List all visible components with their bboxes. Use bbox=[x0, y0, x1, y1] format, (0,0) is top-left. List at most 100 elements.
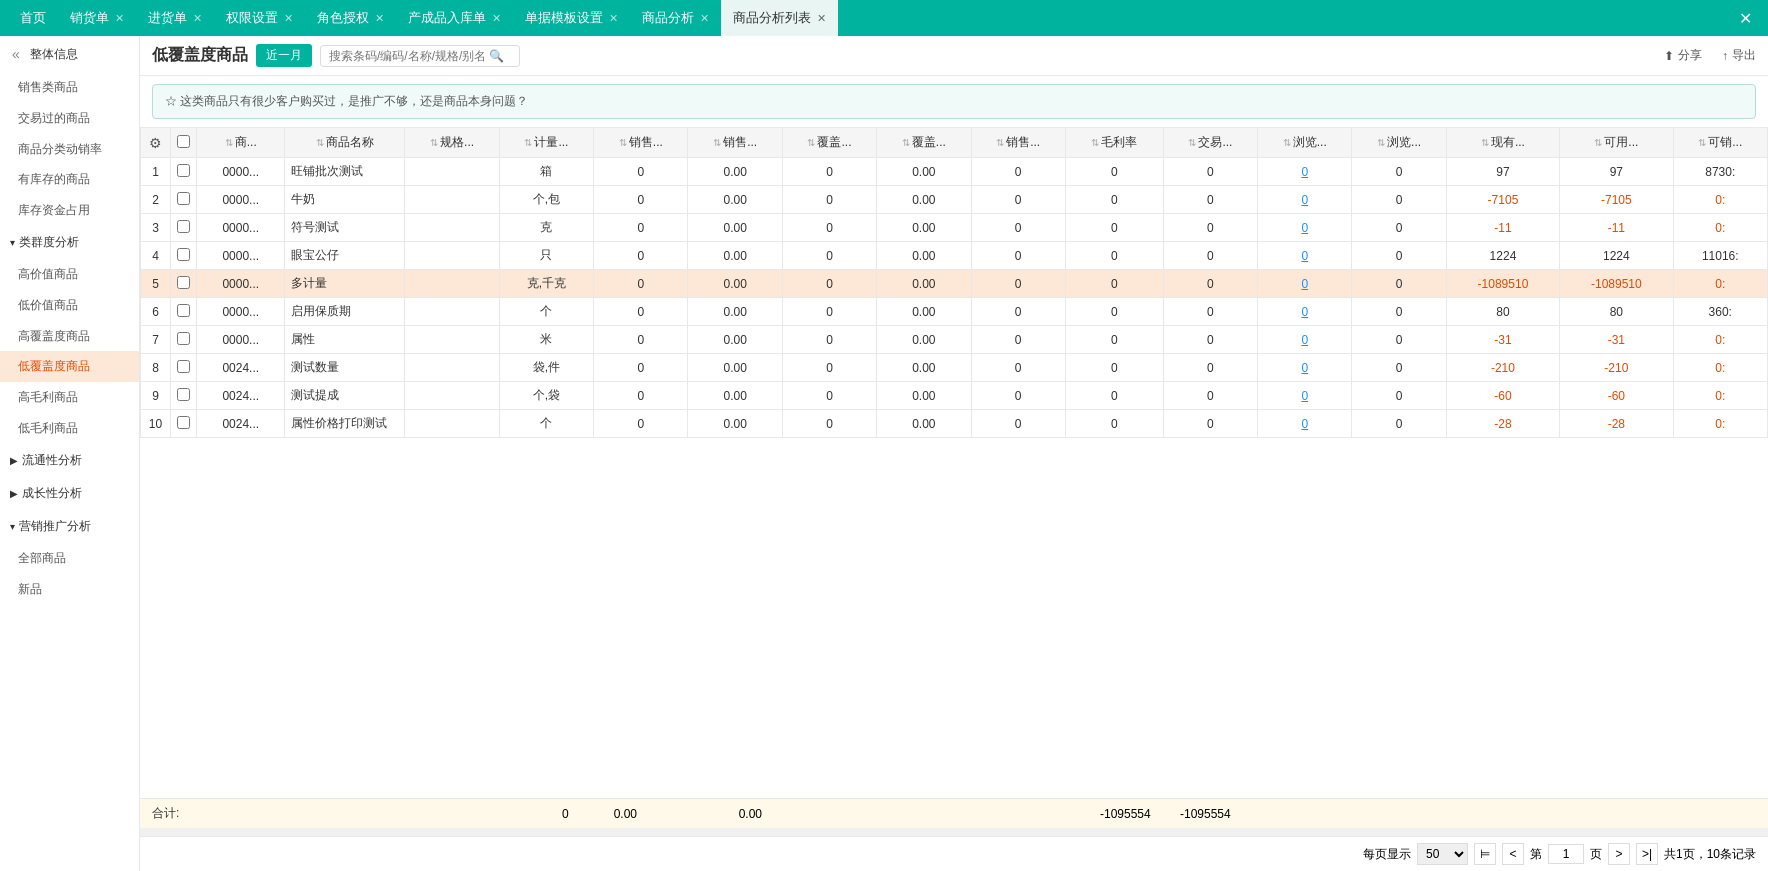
sidebar-collapse-button[interactable]: « bbox=[6, 44, 26, 64]
cell-checkbox bbox=[171, 158, 197, 186]
th-stock3[interactable]: ⇅可销... bbox=[1673, 128, 1767, 158]
cell-browse2: 0 bbox=[1352, 270, 1446, 298]
settings-icon[interactable]: ⚙ bbox=[149, 135, 162, 151]
sidebar-section-marketing-analysis[interactable]: ▾ 营销推广分析 bbox=[0, 510, 139, 543]
th-gross[interactable]: ⇅毛利率 bbox=[1065, 128, 1163, 158]
select-all-checkbox[interactable] bbox=[177, 135, 190, 148]
nav-sales-order[interactable]: 销货单 ✕ bbox=[58, 0, 136, 36]
cell-sales1: 0 bbox=[594, 186, 688, 214]
nav-home[interactable]: 首页 bbox=[8, 0, 58, 36]
nav-product-entry-close[interactable]: ✕ bbox=[492, 12, 501, 25]
th-sales2[interactable]: ⇅销售... bbox=[688, 128, 782, 158]
window-close-button[interactable]: ✕ bbox=[1730, 3, 1760, 33]
cell-cover2: 0.00 bbox=[877, 270, 971, 298]
nav-purchase-order[interactable]: 进货单 ✕ bbox=[136, 0, 214, 36]
sidebar-item-high-coverage[interactable]: 高覆盖度商品 bbox=[0, 321, 139, 352]
cell-sales2: 0.00 bbox=[688, 158, 782, 186]
cell-sales3: 0 bbox=[971, 354, 1065, 382]
cell-num: 7 bbox=[141, 326, 171, 354]
cell-name: 多计量 bbox=[285, 270, 405, 298]
sidebar-item-low-coverage[interactable]: 低覆盖度商品 bbox=[0, 351, 139, 382]
share-button[interactable]: ⬆ 分享 bbox=[1664, 47, 1702, 64]
th-cover1[interactable]: ⇅覆盖... bbox=[782, 128, 876, 158]
export-label: 导出 bbox=[1732, 47, 1756, 64]
th-spec[interactable]: ⇅规格... bbox=[405, 128, 499, 158]
nav-product-entry[interactable]: 产成品入库单 ✕ bbox=[396, 0, 513, 36]
sidebar-section-flow-analysis[interactable]: ▶ 流通性分析 bbox=[0, 444, 139, 477]
sidebar-item-low-gross[interactable]: 低毛利商品 bbox=[0, 413, 139, 444]
nav-product-analysis-list[interactable]: 商品分析列表 ✕ bbox=[721, 0, 838, 36]
nav-template-settings-close[interactable]: ✕ bbox=[609, 12, 618, 25]
cell-checkbox bbox=[171, 270, 197, 298]
search-icon[interactable]: 🔍 bbox=[489, 49, 504, 63]
search-box: 🔍 bbox=[320, 45, 520, 67]
sidebar-item-all-products[interactable]: 全部商品 bbox=[0, 543, 139, 574]
info-banner: ☆ 这类商品只有很少客户购买过，是推广不够，还是商品本身问题？ bbox=[152, 84, 1756, 119]
first-page-button[interactable]: ⊨ bbox=[1474, 843, 1496, 865]
period-button[interactable]: 近一月 bbox=[256, 44, 312, 67]
cell-code: 0000... bbox=[197, 298, 285, 326]
per-page-select[interactable]: 50 10 20 100 bbox=[1417, 843, 1468, 865]
cell-name: 属性 bbox=[285, 326, 405, 354]
nav-template-settings[interactable]: 单据模板设置 ✕ bbox=[513, 0, 630, 36]
th-stock1[interactable]: ⇅现有... bbox=[1446, 128, 1559, 158]
th-checkbox[interactable] bbox=[171, 128, 197, 158]
nav-role-auth[interactable]: 角色授权 ✕ bbox=[305, 0, 396, 36]
cell-sales3: 0 bbox=[971, 158, 1065, 186]
next-page-button[interactable]: > bbox=[1608, 843, 1630, 865]
nav-product-analysis-close[interactable]: ✕ bbox=[700, 12, 709, 25]
nav-product-analysis[interactable]: 商品分析 ✕ bbox=[630, 0, 721, 36]
nav-role-auth-close[interactable]: ✕ bbox=[375, 12, 384, 25]
nav-permissions-close[interactable]: ✕ bbox=[284, 12, 293, 25]
nav-purchase-order-close[interactable]: ✕ bbox=[193, 12, 202, 25]
sidebar-item-traded-products[interactable]: 交易过的商品 bbox=[0, 103, 139, 134]
sidebar-item-low-value[interactable]: 低价值商品 bbox=[0, 290, 139, 321]
sidebar-item-category-rate[interactable]: 商品分类动销率 bbox=[0, 134, 139, 165]
th-settings[interactable]: ⚙ bbox=[141, 128, 171, 158]
cell-gross: 0 bbox=[1065, 186, 1163, 214]
last-page-button[interactable]: >| bbox=[1636, 843, 1658, 865]
cell-browse1: 0 bbox=[1258, 186, 1352, 214]
cell-browse1: 0 bbox=[1258, 270, 1352, 298]
cell-unit: 个 bbox=[499, 298, 593, 326]
th-name[interactable]: ⇅商品名称 bbox=[285, 128, 405, 158]
th-unit[interactable]: ⇅计量... bbox=[499, 128, 593, 158]
prev-page-button[interactable]: < bbox=[1502, 843, 1524, 865]
cell-unit: 袋,件 bbox=[499, 354, 593, 382]
cell-browse2: 0 bbox=[1352, 298, 1446, 326]
search-input[interactable] bbox=[329, 49, 489, 63]
nav-product-analysis-list-close[interactable]: ✕ bbox=[817, 12, 826, 25]
nav-permissions[interactable]: 权限设置 ✕ bbox=[214, 0, 305, 36]
cell-cover1: 0 bbox=[782, 186, 876, 214]
sidebar-item-high-gross[interactable]: 高毛利商品 bbox=[0, 382, 139, 413]
sidebar-item-new-products[interactable]: 新品 bbox=[0, 574, 139, 605]
cell-cover2: 0.00 bbox=[877, 186, 971, 214]
sidebar-item-high-value[interactable]: 高价值商品 bbox=[0, 259, 139, 290]
sidebar-item-stock-capital[interactable]: 库存资金占用 bbox=[0, 195, 139, 226]
sidebar-section-group-analysis[interactable]: ▾ 类群度分析 bbox=[0, 226, 139, 259]
th-browse1[interactable]: ⇅浏览... bbox=[1258, 128, 1352, 158]
cell-unit: 克 bbox=[499, 214, 593, 242]
th-browse2[interactable]: ⇅浏览... bbox=[1352, 128, 1446, 158]
nav-sales-order-close[interactable]: ✕ bbox=[115, 12, 124, 25]
th-code[interactable]: ⇅商... bbox=[197, 128, 285, 158]
table-container[interactable]: ⚙ ⇅商... ⇅商品名称 ⇅规格... ⇅计量... ⇅销售... ⇅销售..… bbox=[140, 127, 1768, 798]
cell-trans: 0 bbox=[1163, 270, 1257, 298]
cell-sales2: 0.00 bbox=[688, 354, 782, 382]
cell-unit: 克,千克 bbox=[499, 270, 593, 298]
th-trans[interactable]: ⇅交易... bbox=[1163, 128, 1257, 158]
table-row: 90024...测试提成个,袋00.0000.0000000-60-600: bbox=[141, 382, 1768, 410]
table-row: 80024...测试数量袋,件00.0000.0000000-210-2100: bbox=[141, 354, 1768, 382]
sidebar-item-sales-products[interactable]: 销售类商品 bbox=[0, 72, 139, 103]
cell-spec bbox=[405, 298, 499, 326]
th-stock2[interactable]: ⇅可用... bbox=[1560, 128, 1673, 158]
export-button[interactable]: ↑ 导出 bbox=[1722, 47, 1756, 64]
sidebar-item-stock-products[interactable]: 有库存的商品 bbox=[0, 164, 139, 195]
page-input[interactable] bbox=[1548, 844, 1584, 864]
sidebar-section-growth-analysis[interactable]: ▶ 成长性分析 bbox=[0, 477, 139, 510]
th-sales3[interactable]: ⇅销售... bbox=[971, 128, 1065, 158]
th-cover2[interactable]: ⇅覆盖... bbox=[877, 128, 971, 158]
th-sales1[interactable]: ⇅销售... bbox=[594, 128, 688, 158]
table-row: 100024...属性价格打印测试个00.0000.0000000-28-280… bbox=[141, 410, 1768, 438]
content-header: 低覆盖度商品 近一月 🔍 ⬆ 分享 ↑ 导出 bbox=[140, 36, 1768, 76]
